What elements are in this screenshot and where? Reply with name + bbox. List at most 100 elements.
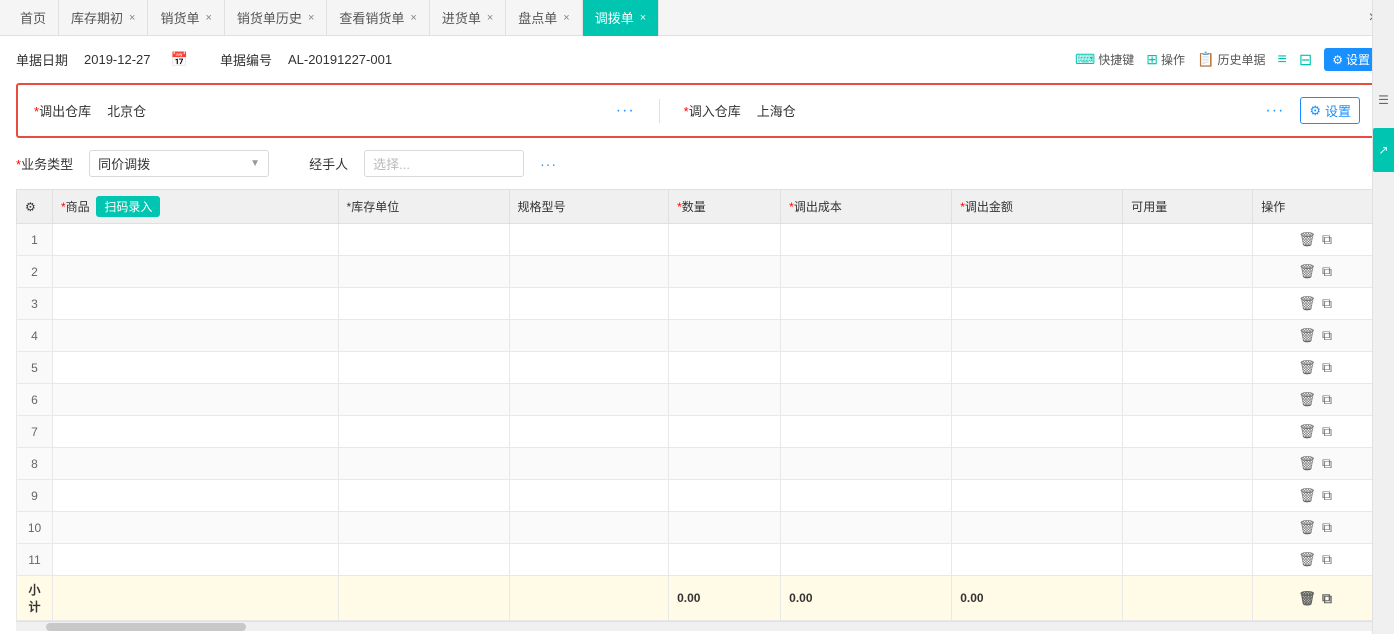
goods-cell[interactable]	[53, 416, 339, 448]
available-cell[interactable]	[1123, 512, 1253, 544]
subtotal-copy-icon[interactable]: ⧉	[1322, 590, 1332, 607]
tab-sales-history[interactable]: 销货单历史 ×	[225, 0, 327, 36]
scroll-thumb[interactable]	[46, 623, 246, 631]
goods-cell[interactable]	[53, 224, 339, 256]
available-cell[interactable]	[1123, 320, 1253, 352]
subtotal-delete-icon[interactable]: 🗑	[1298, 590, 1316, 607]
copy-icon[interactable]: ⧉	[1322, 327, 1332, 344]
tab-inventory-init-close[interactable]: ×	[129, 12, 135, 24]
amount-cell[interactable]	[952, 512, 1123, 544]
delete-icon[interactable]: 🗑	[1298, 487, 1316, 504]
tab-transfer-close[interactable]: ×	[640, 12, 646, 24]
available-cell[interactable]	[1123, 480, 1253, 512]
scroll-bar[interactable]	[16, 621, 1378, 631]
delete-icon[interactable]: 🗑	[1298, 455, 1316, 472]
cost-cell[interactable]	[781, 224, 952, 256]
operations-btn[interactable]: ⊞ 操作	[1146, 51, 1185, 68]
spec-cell[interactable]	[509, 256, 669, 288]
sidebar-list-icon[interactable]: ☰	[1374, 80, 1394, 120]
copy-icon[interactable]: ⧉	[1322, 263, 1332, 280]
copy-icon[interactable]: ⧉	[1322, 231, 1332, 248]
goods-cell[interactable]	[53, 256, 339, 288]
qty-cell[interactable]	[669, 416, 781, 448]
cost-cell[interactable]	[781, 448, 952, 480]
tab-view-sales-close[interactable]: ×	[410, 12, 416, 24]
goods-cell[interactable]	[53, 352, 339, 384]
qty-cell[interactable]	[669, 320, 781, 352]
qty-cell[interactable]	[669, 480, 781, 512]
unit-cell[interactable]	[338, 384, 509, 416]
tab-inventory-init[interactable]: 库存期初 ×	[59, 0, 148, 36]
amount-cell[interactable]	[952, 352, 1123, 384]
goods-cell[interactable]	[53, 288, 339, 320]
spec-cell[interactable]	[509, 544, 669, 576]
cost-cell[interactable]	[781, 480, 952, 512]
cost-cell[interactable]	[781, 384, 952, 416]
settings-btn[interactable]: ⚙ 设置	[1324, 48, 1378, 71]
qty-cell[interactable]	[669, 512, 781, 544]
qty-cell[interactable]	[669, 544, 781, 576]
unit-cell[interactable]	[338, 448, 509, 480]
handler-more[interactable]: ···	[540, 156, 557, 172]
unit-cell[interactable]	[338, 224, 509, 256]
available-cell[interactable]	[1123, 256, 1253, 288]
spec-cell[interactable]	[509, 224, 669, 256]
delete-icon[interactable]: 🗑	[1298, 231, 1316, 248]
spec-cell[interactable]	[509, 448, 669, 480]
scan-btn[interactable]: 扫码录入	[96, 196, 160, 217]
amount-cell[interactable]	[952, 384, 1123, 416]
section-settings-btn[interactable]: ⚙ 设置	[1300, 97, 1360, 124]
delete-icon[interactable]: 🗑	[1298, 519, 1316, 536]
available-cell[interactable]	[1123, 384, 1253, 416]
amount-cell[interactable]	[952, 256, 1123, 288]
available-cell[interactable]	[1123, 416, 1253, 448]
tab-purchase-close[interactable]: ×	[487, 12, 493, 24]
unit-cell[interactable]	[338, 256, 509, 288]
cost-cell[interactable]	[781, 256, 952, 288]
out-warehouse-more[interactable]: ···	[616, 102, 635, 120]
spec-cell[interactable]	[509, 416, 669, 448]
tab-home[interactable]: 首页	[8, 0, 59, 36]
copy-icon[interactable]: ⧉	[1322, 551, 1332, 568]
available-cell[interactable]	[1123, 448, 1253, 480]
tab-sales-history-close[interactable]: ×	[308, 12, 314, 24]
copy-icon[interactable]: ⧉	[1322, 359, 1332, 376]
goods-cell[interactable]	[53, 448, 339, 480]
cost-cell[interactable]	[781, 416, 952, 448]
sidebar-export-icon[interactable]: ↗	[1373, 128, 1394, 172]
unit-cell[interactable]	[338, 416, 509, 448]
amount-cell[interactable]	[952, 448, 1123, 480]
tab-sales-order-close[interactable]: ×	[205, 12, 211, 24]
goods-cell[interactable]	[53, 320, 339, 352]
available-cell[interactable]	[1123, 544, 1253, 576]
in-warehouse-more[interactable]: ···	[1265, 102, 1284, 120]
unit-cell[interactable]	[338, 544, 509, 576]
cost-cell[interactable]	[781, 544, 952, 576]
available-cell[interactable]	[1123, 352, 1253, 384]
delete-icon[interactable]: 🗑	[1298, 359, 1316, 376]
qty-cell[interactable]	[669, 224, 781, 256]
tab-purchase[interactable]: 进货单 ×	[430, 0, 506, 36]
tab-inventory-check[interactable]: 盘点单 ×	[506, 0, 582, 36]
copy-icon[interactable]: ⧉	[1322, 519, 1332, 536]
unit-cell[interactable]	[338, 512, 509, 544]
goods-cell[interactable]	[53, 544, 339, 576]
copy-icon[interactable]: ⧉	[1322, 423, 1332, 440]
unit-cell[interactable]	[338, 352, 509, 384]
amount-cell[interactable]	[952, 288, 1123, 320]
goods-cell[interactable]	[53, 512, 339, 544]
copy-icon[interactable]: ⧉	[1322, 391, 1332, 408]
layout2-btn[interactable]: ⊟	[1299, 50, 1312, 70]
amount-cell[interactable]	[952, 224, 1123, 256]
cost-cell[interactable]	[781, 352, 952, 384]
qty-cell[interactable]	[669, 352, 781, 384]
available-cell[interactable]	[1123, 224, 1253, 256]
delete-icon[interactable]: 🗑	[1298, 263, 1316, 280]
unit-cell[interactable]	[338, 288, 509, 320]
unit-cell[interactable]	[338, 480, 509, 512]
layout1-btn[interactable]: ≡	[1277, 51, 1286, 69]
spec-cell[interactable]	[509, 320, 669, 352]
spec-cell[interactable]	[509, 480, 669, 512]
spec-cell[interactable]	[509, 384, 669, 416]
amount-cell[interactable]	[952, 416, 1123, 448]
